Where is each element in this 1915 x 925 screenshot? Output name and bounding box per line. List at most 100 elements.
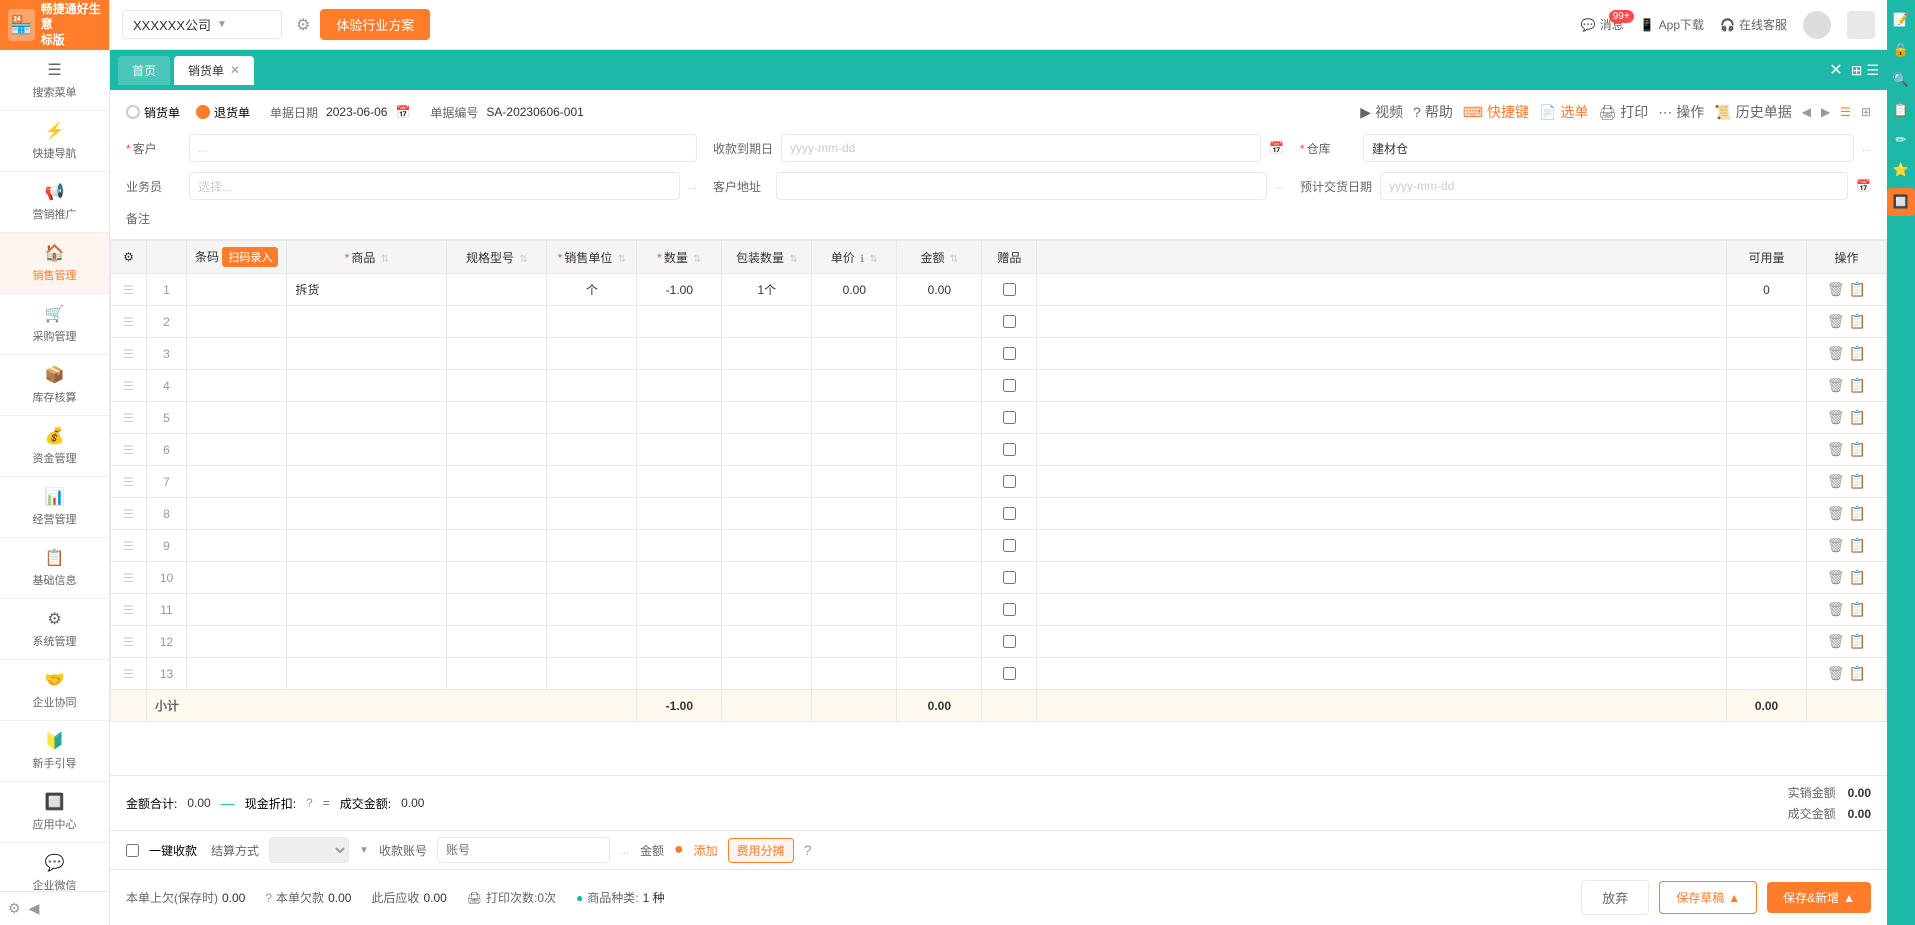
cell-price-6[interactable]: [812, 434, 897, 466]
gift-checkbox-8[interactable]: [1003, 507, 1016, 520]
sidebar-collapse-icon[interactable]: ◀: [29, 900, 40, 917]
right-icon-6[interactable]: ⭐: [1889, 158, 1913, 182]
cell-spec-6[interactable]: [447, 434, 547, 466]
cell-spec-5[interactable]: [447, 402, 547, 434]
date-value[interactable]: 2023-06-06: [326, 105, 387, 119]
cell-qty-1[interactable]: -1.00: [637, 274, 722, 306]
cell-qty-5[interactable]: [637, 402, 722, 434]
cell-goods-5[interactable]: [287, 402, 447, 434]
cell-qty-10[interactable]: [637, 562, 722, 594]
cell-price-12[interactable]: [812, 626, 897, 658]
cell-price-5[interactable]: [812, 402, 897, 434]
tab-close-icon[interactable]: ✕: [230, 63, 240, 77]
view-list-icon[interactable]: ☰: [1840, 105, 1851, 119]
cell-barcode-9[interactable]: [187, 530, 287, 562]
expected-date-input[interactable]: yyyy-mm-dd: [1380, 172, 1848, 200]
cell-pkgqty-11[interactable]: [722, 594, 812, 626]
copy-row-icon-1[interactable]: 📋: [1849, 281, 1866, 298]
cell-pkgqty-6[interactable]: [722, 434, 812, 466]
trial-button[interactable]: 体验行业方案: [320, 9, 430, 40]
cell-gift-6[interactable]: [982, 434, 1037, 466]
sidebar-item-search[interactable]: ☰ 搜索菜单: [0, 50, 109, 111]
sidebar-item-quick-nav[interactable]: ⚡ 快捷导航: [0, 111, 109, 172]
radio-return-order[interactable]: 退货单: [196, 104, 250, 121]
user-avatar[interactable]: [1803, 11, 1831, 39]
cell-amount-10[interactable]: [897, 562, 982, 594]
salesperson-input[interactable]: 选择...: [189, 172, 680, 200]
radio-sales-order[interactable]: 销货单: [126, 104, 180, 121]
due-date-calendar-icon[interactable]: 📅: [1269, 141, 1284, 155]
cell-price-7[interactable]: [812, 466, 897, 498]
cell-pkgqty-4[interactable]: [722, 370, 812, 402]
header-settings-icon[interactable]: ⚙: [296, 15, 310, 35]
delete-row-icon-13[interactable]: 🗑: [1827, 665, 1845, 682]
cell-qty-12[interactable]: [637, 626, 722, 658]
cell-qty-7[interactable]: [637, 466, 722, 498]
save-draft-button[interactable]: 保存草稿 ▲: [1659, 881, 1757, 914]
right-icon-5[interactable]: ✏: [1892, 128, 1911, 152]
nav-prev-icon[interactable]: ◀: [1802, 105, 1811, 119]
cell-barcode-10[interactable]: [187, 562, 287, 594]
cell-gift-5[interactable]: [982, 402, 1037, 434]
sidebar-item-apps[interactable]: 🔲 应用中心: [0, 782, 109, 843]
delete-row-icon-7[interactable]: 🗑: [1827, 473, 1845, 490]
cell-spec-12[interactable]: [447, 626, 547, 658]
cell-spec-2[interactable]: [447, 306, 547, 338]
cell-goods-1[interactable]: 拆货: [287, 274, 447, 306]
cell-gift-9[interactable]: [982, 530, 1037, 562]
scan-btn[interactable]: 扫码录入: [222, 247, 278, 267]
copy-row-icon-6[interactable]: 📋: [1849, 441, 1866, 458]
delete-row-icon-2[interactable]: 🗑: [1827, 313, 1845, 330]
copy-row-icon-3[interactable]: 📋: [1849, 345, 1866, 362]
save-new-button[interactable]: 保存&新增 ▲: [1767, 882, 1871, 913]
copy-row-icon-2[interactable]: 📋: [1849, 313, 1866, 330]
cell-unit-11[interactable]: [547, 594, 637, 626]
cell-spec-10[interactable]: [447, 562, 547, 594]
minus-icon[interactable]: —: [221, 795, 235, 811]
cell-qty-6[interactable]: [637, 434, 722, 466]
cell-pkgqty-8[interactable]: [722, 498, 812, 530]
cell-goods-3[interactable]: [287, 338, 447, 370]
cell-amount-4[interactable]: [897, 370, 982, 402]
tab-close-all-icon[interactable]: ✕: [1829, 60, 1842, 80]
cell-spec-11[interactable]: [447, 594, 547, 626]
cell-amount-9[interactable]: [897, 530, 982, 562]
delete-row-icon-3[interactable]: 🗑: [1827, 345, 1845, 362]
cell-qty-11[interactable]: [637, 594, 722, 626]
cell-unit-1[interactable]: 个: [547, 274, 637, 306]
cell-qty-9[interactable]: [637, 530, 722, 562]
tab-sales-order[interactable]: 销货单 ✕: [174, 56, 254, 85]
th-settings[interactable]: ⚙: [111, 241, 147, 274]
cell-qty-8[interactable]: [637, 498, 722, 530]
cell-spec-8[interactable]: [447, 498, 547, 530]
cell-pkgqty-13[interactable]: [722, 658, 812, 690]
cell-unit-2[interactable]: [547, 306, 637, 338]
gift-checkbox-5[interactable]: [1003, 411, 1016, 424]
cell-goods-10[interactable]: [287, 562, 447, 594]
gift-checkbox-11[interactable]: [1003, 603, 1016, 616]
cell-unit-10[interactable]: [547, 562, 637, 594]
cell-goods-13[interactable]: [287, 658, 447, 690]
company-selector[interactable]: XXXXXX公司 ▼: [122, 10, 282, 39]
cell-goods-6[interactable]: [287, 434, 447, 466]
sidebar-item-finance[interactable]: 💰 资金管理: [0, 416, 109, 477]
tab-home[interactable]: 首页: [118, 56, 170, 85]
gift-checkbox-10[interactable]: [1003, 571, 1016, 584]
delete-row-icon-1[interactable]: 🗑: [1827, 281, 1845, 298]
help-btn[interactable]: ? 帮助: [1413, 102, 1453, 122]
delete-row-icon-12[interactable]: 🗑: [1827, 633, 1845, 650]
right-icon-2[interactable]: 🔒: [1889, 38, 1913, 62]
right-icon-1[interactable]: 📝: [1889, 8, 1913, 32]
sidebar-item-operations[interactable]: 📊 经营管理: [0, 477, 109, 538]
print-btn[interactable]: 🖨 打印: [1598, 102, 1648, 122]
cell-unit-9[interactable]: [547, 530, 637, 562]
cell-spec-3[interactable]: [447, 338, 547, 370]
cell-pkgqty-3[interactable]: [722, 338, 812, 370]
cell-unit-6[interactable]: [547, 434, 637, 466]
cell-qty-13[interactable]: [637, 658, 722, 690]
delete-row-icon-5[interactable]: 🗑: [1827, 409, 1845, 426]
sidebar-item-enterprise[interactable]: 🤝 企业协同: [0, 660, 109, 721]
cell-amount-6[interactable]: [897, 434, 982, 466]
gift-checkbox-7[interactable]: [1003, 475, 1016, 488]
cell-barcode-11[interactable]: [187, 594, 287, 626]
